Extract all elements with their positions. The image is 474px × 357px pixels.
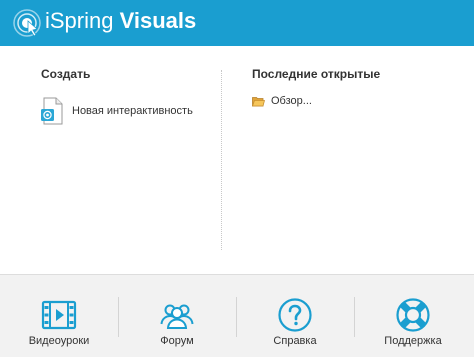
help-button[interactable]: Справка bbox=[236, 275, 354, 357]
new-interaction-item[interactable]: Новая интерактивность bbox=[40, 97, 210, 125]
browse-item[interactable]: Обзор... bbox=[252, 94, 312, 108]
create-section-title: Создать bbox=[41, 67, 91, 81]
users-icon bbox=[160, 304, 194, 329]
app-header: iSpring Visuals bbox=[0, 0, 474, 46]
video-tutorials-label: Видеоуроки bbox=[28, 335, 90, 347]
lifebuoy-icon bbox=[396, 298, 430, 332]
help-label: Справка bbox=[273, 335, 317, 347]
support-label: Поддержка bbox=[384, 335, 442, 347]
app-title-product: Visuals bbox=[119, 8, 197, 33]
recent-section: Последние открытые Обзор... bbox=[222, 46, 474, 274]
support-button[interactable]: Поддержка bbox=[354, 275, 472, 357]
interaction-document-icon bbox=[41, 97, 63, 125]
create-section: Создать Новая интерактивность bbox=[0, 46, 222, 274]
video-tutorials-button[interactable]: Видеоуроки bbox=[0, 275, 118, 357]
folder-open-icon bbox=[252, 96, 265, 106]
ispring-logo-icon bbox=[13, 9, 41, 37]
forum-button[interactable]: Форум bbox=[118, 275, 236, 357]
new-interaction-label: Новая интерактивность bbox=[72, 105, 193, 117]
app-title-brand: iSpring bbox=[45, 8, 114, 33]
footer-bar: Видеоуроки Форум Справка Поддержка bbox=[0, 274, 474, 357]
app-title: iSpring Visuals bbox=[45, 8, 196, 34]
help-icon bbox=[278, 298, 312, 332]
recent-section-title: Последние открытые bbox=[252, 67, 381, 81]
film-icon bbox=[41, 300, 77, 330]
browse-label: Обзор... bbox=[271, 95, 312, 107]
forum-label: Форум bbox=[160, 335, 194, 347]
